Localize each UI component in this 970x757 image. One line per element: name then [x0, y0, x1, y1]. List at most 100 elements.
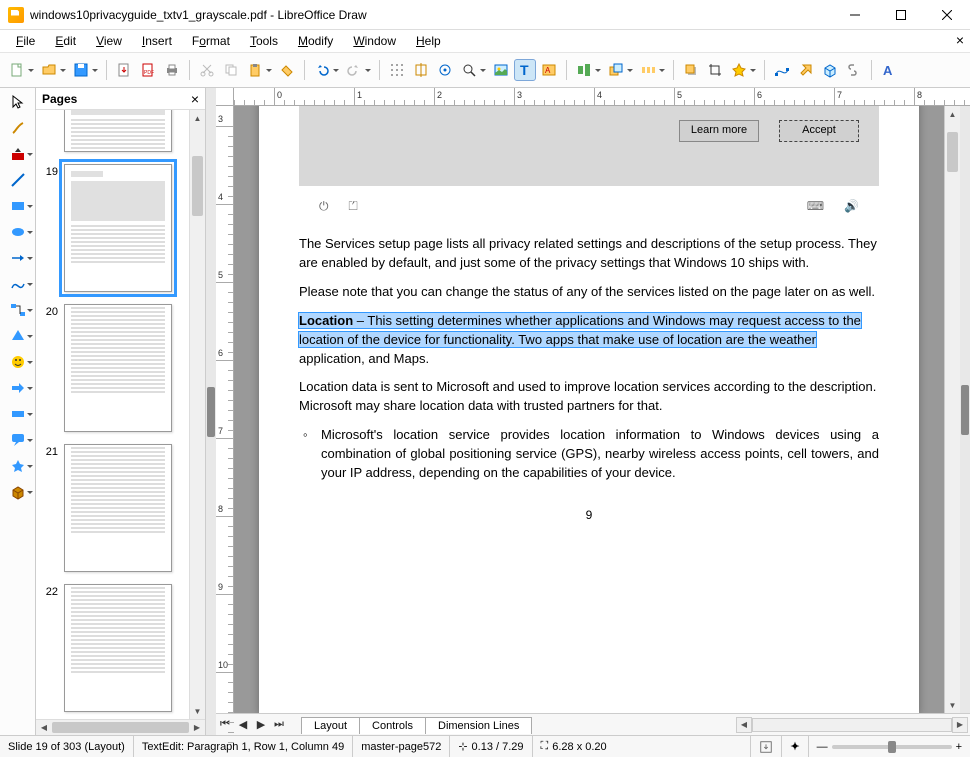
points-button[interactable] — [771, 59, 793, 81]
status-save-icon[interactable] — [751, 736, 782, 757]
copy-button[interactable] — [220, 59, 242, 81]
star-tool[interactable] — [5, 456, 31, 476]
document-page[interactable]: Learn more Accept ⏻⏍ ⌨🔊 The Services set… — [259, 106, 919, 713]
shadow-button[interactable] — [680, 59, 702, 81]
redo-button[interactable] — [343, 59, 365, 81]
zoom-slider-cell[interactable]: —+ — [809, 736, 970, 757]
3d-tool[interactable] — [5, 482, 31, 502]
main-toolbar: PDF T A A — [0, 52, 970, 88]
status-master: master-page572 — [353, 736, 450, 757]
menu-insert[interactable]: Insert — [134, 32, 180, 50]
mock-footer-icons: ⏻⏍ ⌨🔊 — [299, 194, 879, 225]
block-arrow-tool[interactable] — [5, 378, 31, 398]
mock-learn-more-button: Learn more — [679, 120, 759, 142]
mock-dialog: Learn more Accept — [299, 106, 879, 186]
page-thumbnail[interactable] — [64, 304, 172, 432]
extrusion-button[interactable] — [819, 59, 841, 81]
cut-button[interactable] — [196, 59, 218, 81]
align-objects-button[interactable] — [573, 59, 595, 81]
menu-view[interactable]: View — [88, 32, 130, 50]
connector-tool[interactable] — [5, 300, 31, 320]
zoom-fit-button[interactable]: ✦ — [782, 736, 808, 757]
paragraph: Location data is sent to Microsoft and u… — [299, 378, 879, 416]
first-page-button[interactable]: ⏮ — [216, 716, 234, 734]
menu-file[interactable]: File — [8, 32, 43, 50]
print-button[interactable] — [161, 59, 183, 81]
chain-button[interactable] — [843, 59, 865, 81]
undo-button[interactable] — [311, 59, 333, 81]
canvas-hscrollbar[interactable]: ◀▶ — [532, 717, 970, 733]
menu-edit[interactable]: Edit — [47, 32, 84, 50]
paragraph: Please note that you can change the stat… — [299, 283, 879, 302]
page-thumb-number: 19 — [40, 164, 58, 292]
window-close-button[interactable] — [924, 0, 970, 30]
menu-modify[interactable]: Modify — [290, 32, 341, 50]
line-tool[interactable] — [5, 170, 31, 190]
flowchart-tool[interactable] — [5, 404, 31, 424]
canvas-vscrollbar[interactable]: ▲ ▼ — [944, 106, 960, 713]
export-button[interactable] — [113, 59, 135, 81]
right-panel-handle[interactable] — [960, 106, 970, 713]
minimize-button[interactable] — [832, 0, 878, 30]
page-thumb-number: 21 — [40, 444, 58, 572]
arrow-tool[interactable] — [5, 248, 31, 268]
image-button[interactable] — [490, 59, 512, 81]
page-thumbnail[interactable] — [64, 444, 172, 572]
menu-help[interactable]: Help — [408, 32, 449, 50]
position-icon: ⊹ — [458, 740, 467, 753]
bottom-nav: ⏮ ◀ ▶ ⏭ Layout Controls Dimension Lines … — [216, 713, 970, 735]
power-icon: ⏻ — [319, 198, 329, 215]
maximize-button[interactable] — [878, 0, 924, 30]
menu-bar: File Edit View Insert Format Tools Modif… — [0, 30, 970, 52]
fill-color-tool[interactable] — [5, 144, 31, 164]
pages-panel-close[interactable]: × — [191, 91, 199, 107]
fontwork-char-button[interactable]: A — [878, 59, 900, 81]
new-button[interactable] — [6, 59, 28, 81]
filter-button[interactable] — [728, 59, 750, 81]
paste-button[interactable] — [244, 59, 266, 81]
last-page-button[interactable]: ⏭ — [270, 716, 288, 734]
line-color-tool[interactable] — [5, 118, 31, 138]
menu-format[interactable]: Format — [184, 32, 238, 50]
pages-vscrollbar[interactable]: ▲ ▼ — [189, 110, 205, 719]
menu-tools[interactable]: Tools — [242, 32, 286, 50]
svg-text:T: T — [520, 62, 529, 78]
ellipse-tool[interactable] — [5, 222, 31, 242]
page-thumbnail[interactable] — [64, 164, 172, 292]
symbol-tool[interactable] — [5, 352, 31, 372]
gluepoints-button[interactable] — [434, 59, 456, 81]
glue-button[interactable] — [795, 59, 817, 81]
open-button[interactable] — [38, 59, 60, 81]
left-toolbox — [0, 88, 36, 735]
close-document-button[interactable]: × — [956, 32, 964, 48]
panel-collapse-handle[interactable] — [206, 88, 216, 735]
export-pdf-button[interactable]: PDF — [137, 59, 159, 81]
pages-hscrollbar[interactable]: ◀▶ — [36, 719, 205, 735]
menu-window[interactable]: Window — [345, 32, 404, 50]
select-tool[interactable] — [5, 92, 31, 112]
save-button[interactable] — [70, 59, 92, 81]
basic-shapes-tool[interactable] — [5, 326, 31, 346]
page-thumbnail[interactable] — [64, 584, 172, 712]
crop-button[interactable] — [704, 59, 726, 81]
snap-button[interactable] — [410, 59, 432, 81]
tab-controls[interactable]: Controls — [359, 717, 426, 734]
arrange-button[interactable] — [605, 59, 627, 81]
zoom-tool-button[interactable] — [458, 59, 480, 81]
ruler-corner — [216, 88, 234, 106]
grid-button[interactable] — [386, 59, 408, 81]
textbox-button[interactable]: T — [514, 59, 536, 81]
callout-tool[interactable] — [5, 430, 31, 450]
next-page-button[interactable]: ▶ — [252, 716, 270, 734]
distribute-button[interactable] — [637, 59, 659, 81]
curve-tool[interactable] — [5, 274, 31, 294]
tab-dimension-lines[interactable]: Dimension Lines — [425, 717, 532, 734]
fontwork-button[interactable]: A — [538, 59, 560, 81]
canvas-viewport[interactable]: Learn more Accept ⏻⏍ ⌨🔊 The Services set… — [234, 106, 944, 713]
rect-tool[interactable] — [5, 196, 31, 216]
paragraph-tail: application, and Maps. — [299, 351, 429, 366]
clone-format-button[interactable] — [276, 59, 298, 81]
pages-panel: Pages × 19202122 ▲ ▼ ◀▶ — [36, 88, 206, 735]
prev-page-button[interactable]: ◀ — [234, 716, 252, 734]
tab-layout[interactable]: Layout — [301, 717, 360, 734]
